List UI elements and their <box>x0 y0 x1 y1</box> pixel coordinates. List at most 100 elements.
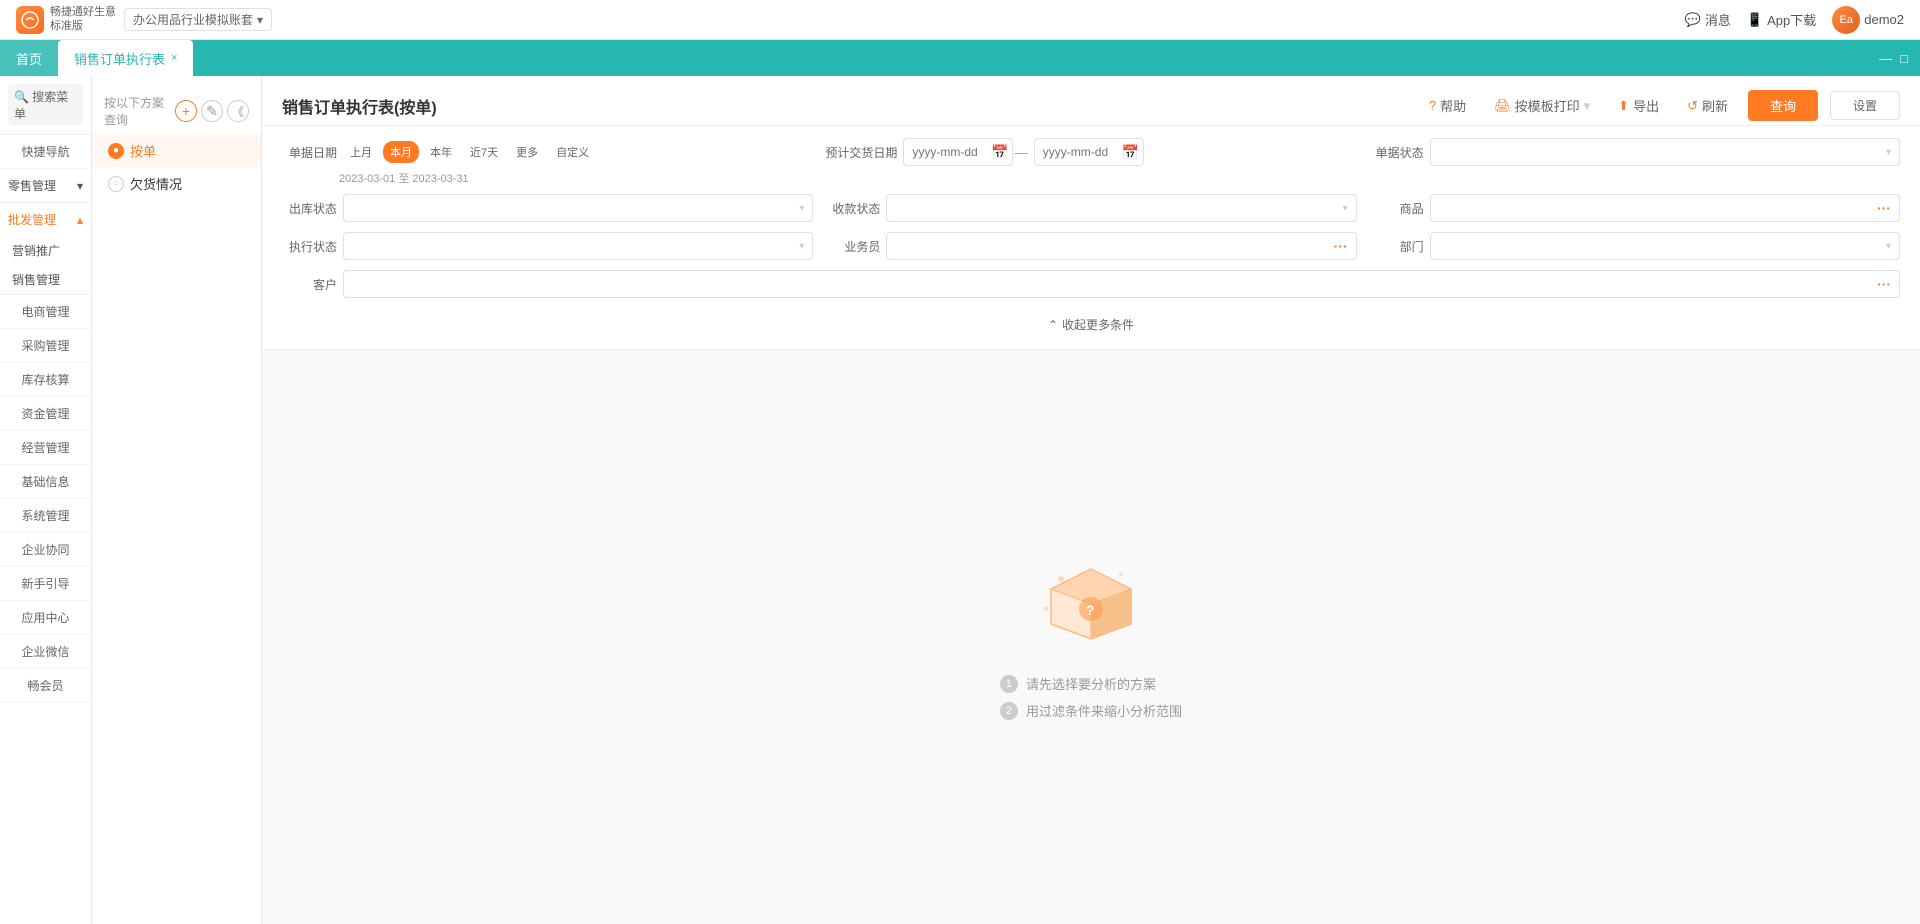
payment-status-select[interactable]: ▾ <box>886 194 1356 222</box>
phone-icon: 📱 <box>1747 12 1763 28</box>
goods-more-icon[interactable]: ··· <box>1877 200 1891 216</box>
salesperson-more-icon[interactable]: ··· <box>1334 238 1348 254</box>
date-btn-custom[interactable]: 自定义 <box>549 141 596 163</box>
exec-status-select[interactable]: ▾ <box>343 232 813 260</box>
print-icon: 🖨 <box>1494 98 1511 114</box>
sidebar-item-inventory[interactable]: 库存核算 <box>0 363 91 397</box>
inner-layout: 按以下方案查询 + ✎ 《 ● 按单 ○ 欠货情况 <box>92 76 1920 924</box>
sidebar-item-retail[interactable]: 零售管理 ▾ <box>0 169 91 202</box>
filter-row-1: 单据日期 上月 本月 本年 近7天 更多 自定义 <box>282 138 1900 166</box>
date-field-label: 单据日期 <box>282 144 337 161</box>
message-label: 消息 <box>1705 10 1731 29</box>
sidebar-search-btn[interactable]: 🔍 搜索菜单 <box>8 84 83 126</box>
goods-select[interactable]: ··· <box>1430 194 1900 222</box>
page-title: 销售订单执行表(按单) <box>282 94 437 118</box>
doc-status-select[interactable]: ▾ <box>1430 138 1900 166</box>
tab-close-icon[interactable]: × <box>171 52 177 64</box>
filter-item-salesperson: 业务员 ··· <box>825 232 1356 260</box>
sidebar-item-system[interactable]: 系统管理 <box>0 499 91 533</box>
panel-scheme-section: 按以下方案查询 + ✎ 《 ● 按单 ○ 欠货情况 <box>92 84 261 204</box>
out-status-control: ▾ <box>343 194 813 222</box>
scheme-collapse-btn[interactable]: 《 <box>227 100 249 122</box>
salesperson-select[interactable]: ··· <box>886 232 1356 260</box>
refresh-btn[interactable]: ↺ 刷新 <box>1679 92 1736 119</box>
sidebar-sub-sales[interactable]: 销售管理 <box>0 265 91 294</box>
tab-home[interactable]: 首页 <box>0 40 58 76</box>
customer-more-icon[interactable]: ··· <box>1877 276 1891 292</box>
filter-row-2: 出库状态 ▾ 收款状态 ▾ <box>282 194 1900 222</box>
empty-illustration: ? <box>1031 554 1151 654</box>
app-logo-icon <box>16 6 44 34</box>
export-icon: ⬆ <box>1618 98 1629 114</box>
sidebar-item-newbie[interactable]: 新手引导 <box>0 567 91 601</box>
exec-chevron-icon: ▾ <box>799 241 804 252</box>
search-btn[interactable]: 查询 <box>1748 90 1818 121</box>
app-download-action[interactable]: 📱 App下载 <box>1747 10 1816 29</box>
window-minimize-icon[interactable]: — <box>1879 51 1892 66</box>
collapse-more-btn[interactable]: ⌃ 收起更多条件 <box>282 308 1900 337</box>
sidebar-item-apps[interactable]: 应用中心 <box>0 601 91 635</box>
help-icon: ? <box>1429 98 1436 113</box>
hint-num-1: 1 <box>1000 675 1018 693</box>
customer-select[interactable]: ··· <box>343 270 1900 298</box>
app-logo-text: 畅捷通好生意 标准版 <box>50 6 116 32</box>
date-btn-this-year[interactable]: 本年 <box>423 141 459 163</box>
sidebar-item-enterprise[interactable]: 企业协同 <box>0 533 91 567</box>
app-download-label: App下载 <box>1767 10 1816 29</box>
sidebar-item-finance[interactable]: 资金管理 <box>0 397 91 431</box>
refresh-label: 刷新 <box>1702 96 1728 115</box>
company-chevron-icon: ▾ <box>257 13 263 27</box>
out-status-select[interactable]: ▾ <box>343 194 813 222</box>
sidebar-sub-marketing[interactable]: 营销推广 <box>0 236 91 265</box>
scheme-label: 按以下方案查询 <box>104 94 175 128</box>
help-label: 帮助 <box>1440 96 1466 115</box>
scheme-edit-btn[interactable]: ✎ <box>201 100 223 122</box>
sidebar-group-wholesale: 批发管理 ▴ 营销推广 销售管理 <box>0 203 91 295</box>
sidebar-item-member[interactable]: 畅会员 <box>0 669 91 703</box>
company-name: 办公用品行业模拟账套 <box>133 11 253 28</box>
hint-text-2: 用过滤条件来缩小分析范围 <box>1026 701 1182 720</box>
sidebar-item-business[interactable]: 经营管理 <box>0 431 91 465</box>
window-maximize-icon[interactable]: □ <box>1900 51 1908 66</box>
print-btn[interactable]: 🖨 按模板打印 ▾ <box>1486 92 1598 119</box>
company-selector[interactable]: 办公用品行业模拟账套 ▾ <box>124 8 272 31</box>
expected-date-label: 预计交货日期 <box>825 144 897 161</box>
doc-status-label: 单据状态 <box>1369 144 1424 161</box>
sidebar-item-basic[interactable]: 基础信息 <box>0 465 91 499</box>
filter-item-department: 部门 ▾ <box>1369 232 1900 260</box>
help-btn[interactable]: ? 帮助 <box>1421 92 1474 119</box>
filter-item-payment-status: 收款状态 ▾ <box>825 194 1356 222</box>
panel-item-by-order[interactable]: ● 按单 <box>92 134 261 167</box>
settings-btn[interactable]: 设置 <box>1830 91 1900 120</box>
department-control: ▾ <box>1430 232 1900 260</box>
calendar-from-icon[interactable]: 📅 <box>991 144 1008 161</box>
payment-chevron-icon: ▾ <box>1343 203 1348 214</box>
user-action[interactable]: Ea demo2 <box>1832 6 1904 34</box>
department-select[interactable]: ▾ <box>1430 232 1900 260</box>
calendar-to-icon[interactable]: 📅 <box>1122 144 1139 161</box>
sidebar-item-wholesale[interactable]: 批发管理 ▴ <box>0 203 91 236</box>
date-btn-last-month[interactable]: 上月 <box>343 141 379 163</box>
tab-home-label: 首页 <box>16 49 42 68</box>
date-btn-this-month[interactable]: 本月 <box>383 141 419 163</box>
date-btn-7days[interactable]: 近7天 <box>463 141 505 163</box>
panel-scheme-header: 按以下方案查询 + ✎ 《 <box>92 88 261 134</box>
sidebar-item-quick-nav[interactable]: 快捷导航 <box>0 135 91 169</box>
message-action[interactable]: 💬 消息 <box>1685 10 1731 29</box>
sidebar-item-wechat[interactable]: 企业微信 <box>0 635 91 669</box>
sidebar-item-ecommerce[interactable]: 电商管理 <box>0 295 91 329</box>
exec-status-label: 执行状态 <box>282 238 337 255</box>
date-btn-more[interactable]: 更多 <box>509 141 545 163</box>
sidebar-item-purchase[interactable]: 采购管理 <box>0 329 91 363</box>
empty-hints: 1 请先选择要分析的方案 2 用过滤条件来缩小分析范围 <box>1000 674 1182 720</box>
customer-label: 客户 <box>282 276 337 293</box>
panel-item-backorder[interactable]: ○ 欠货情况 <box>92 167 261 200</box>
scheme-add-btn[interactable]: + <box>175 100 197 122</box>
left-panel: 按以下方案查询 + ✎ 《 ● 按单 ○ 欠货情况 <box>92 76 262 924</box>
filter-item-exec-status: 执行状态 ▾ <box>282 232 813 260</box>
filter-item-expected-date: 预计交货日期 📅 — 📅 <box>825 138 1356 166</box>
header-left: 畅捷通好生意 标准版 办公用品行业模拟账套 ▾ <box>16 6 272 34</box>
export-btn[interactable]: ⬆ 导出 <box>1610 92 1667 119</box>
tab-sales-order[interactable]: 销售订单执行表 × <box>58 40 193 76</box>
filter-row-4: 客户 ··· <box>282 270 1900 298</box>
